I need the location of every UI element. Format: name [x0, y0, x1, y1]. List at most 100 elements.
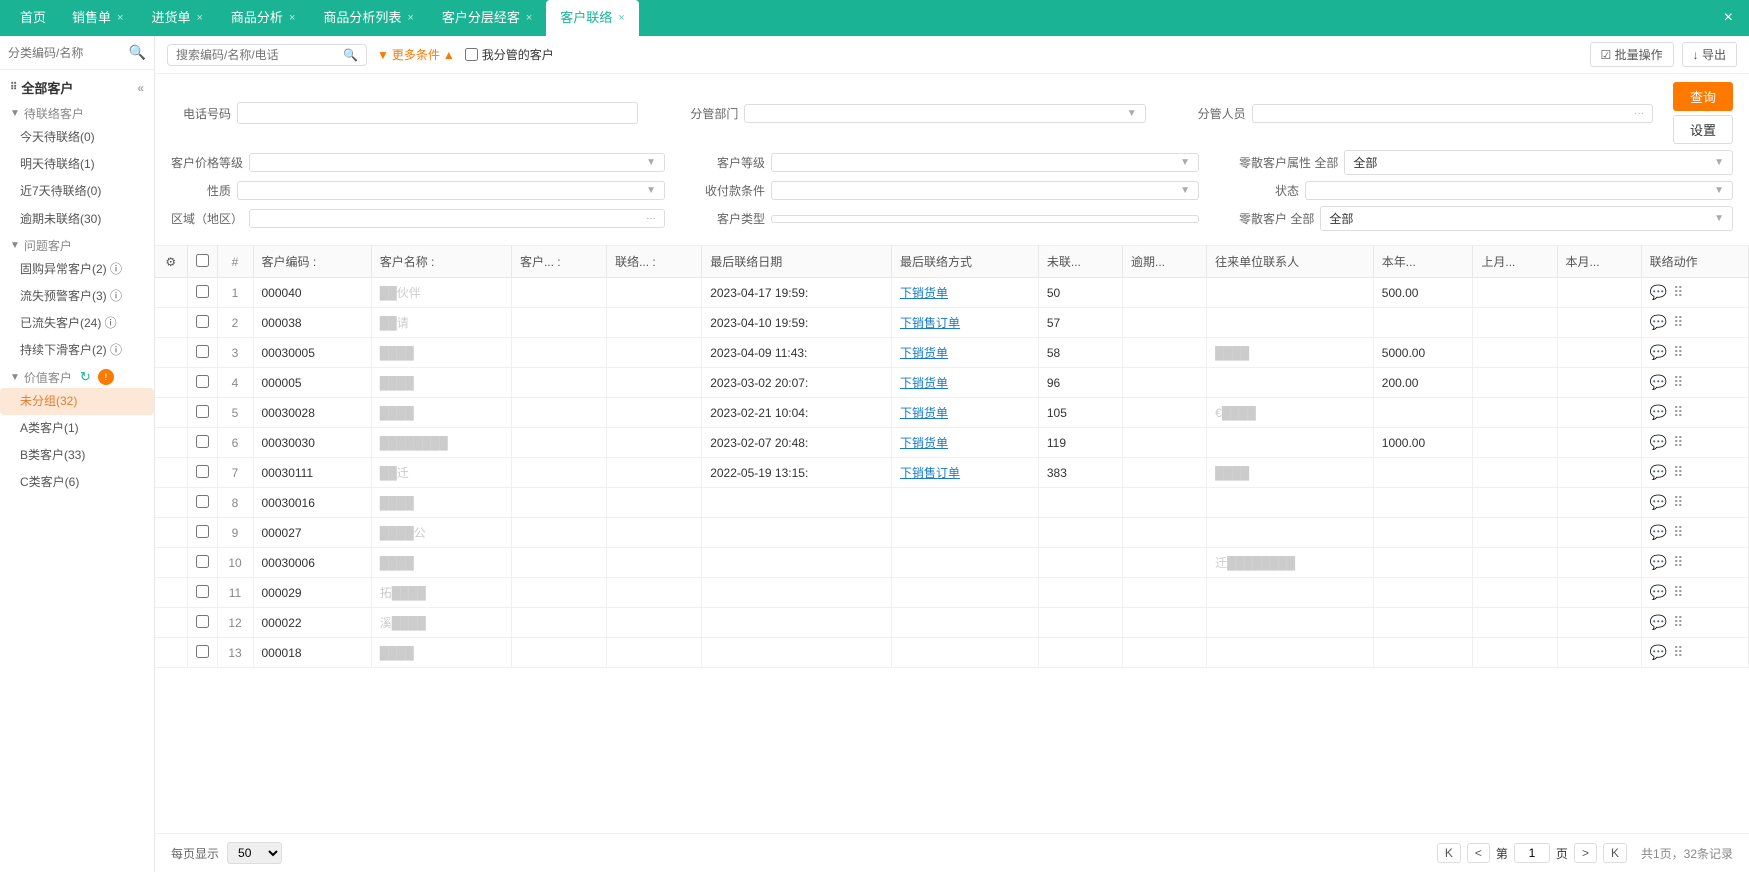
sidebar-item-unclassified[interactable]: 未分组(32) — [0, 388, 154, 415]
all-customers-header[interactable]: ⠿ 全部客户 « — [0, 70, 154, 101]
prev-page-button[interactable]: < — [1467, 843, 1490, 863]
last-page-button[interactable]: K — [1603, 843, 1627, 863]
sidebar-collapse-button[interactable]: « — [137, 81, 144, 95]
td-check[interactable] — [187, 548, 217, 578]
grid-action-icon[interactable]: ⠿ — [1673, 584, 1683, 601]
grid-action-icon[interactable]: ⠿ — [1673, 524, 1683, 541]
close-product-analysis-list-icon[interactable]: × — [407, 0, 413, 36]
close-purchase-icon[interactable]: × — [196, 0, 202, 36]
th-unit-contact[interactable]: 往来单位联系人 — [1207, 246, 1374, 278]
price-level-select[interactable]: ▼ — [249, 153, 665, 172]
nature-select[interactable]: ▼ — [237, 181, 665, 200]
close-customer-contact-icon[interactable]: × — [618, 0, 624, 36]
sidebar-item-class-c[interactable]: C类客户(6) — [0, 469, 154, 496]
close-all-button[interactable]: × — [1716, 9, 1741, 27]
sidebar-item-declining[interactable]: 持续下滑客户(2) ⓘ — [0, 337, 154, 364]
last-method-link[interactable]: 下销货单 — [900, 286, 948, 300]
sidebar-group-problem-customers[interactable]: ▼ 问题客户 — [0, 233, 154, 256]
search-input[interactable] — [176, 48, 343, 62]
td-check[interactable] — [187, 308, 217, 338]
td-check[interactable] — [187, 608, 217, 638]
row-checkbox[interactable] — [196, 285, 209, 298]
chat-icon[interactable]: 💬 — [1650, 314, 1667, 331]
first-page-button[interactable]: K — [1437, 843, 1461, 863]
row-checkbox[interactable] — [196, 375, 209, 388]
customer-type-select[interactable] — [771, 215, 1199, 223]
retail-customer-select[interactable]: 全部 ▼ — [1320, 206, 1733, 231]
row-checkbox[interactable] — [196, 495, 209, 508]
th-last-month[interactable]: 上月... — [1473, 246, 1557, 278]
th-settings[interactable]: ⚙ — [155, 246, 187, 278]
close-sales-icon[interactable]: × — [117, 0, 123, 36]
my-customers-checkbox[interactable] — [465, 48, 478, 61]
query-button[interactable]: 查询 — [1673, 82, 1733, 111]
row-checkbox[interactable] — [196, 465, 209, 478]
grid-action-icon[interactable]: ⠿ — [1673, 404, 1683, 421]
td-check[interactable] — [187, 518, 217, 548]
status-select[interactable]: ▼ — [1305, 181, 1733, 200]
my-customers-checkbox-label[interactable]: 我分管的客户 — [465, 46, 554, 63]
th-not-contacted[interactable]: 未联... — [1038, 246, 1122, 278]
row-checkbox[interactable] — [196, 405, 209, 418]
chat-icon[interactable]: 💬 — [1650, 404, 1667, 421]
chat-icon[interactable]: 💬 — [1650, 614, 1667, 631]
staff-select[interactable]: ··· — [1252, 104, 1653, 123]
th-check[interactable] — [187, 246, 217, 278]
page-size-select[interactable]: 50 100 200 — [227, 842, 282, 864]
sidebar-group-value-customers[interactable]: ▼ 价值客户 ↻ ! — [0, 365, 154, 388]
th-overdue[interactable]: 逾期... — [1123, 246, 1207, 278]
td-check[interactable] — [187, 638, 217, 668]
last-method-link[interactable]: 下销售订单 — [900, 316, 960, 330]
tab-customer-segment[interactable]: 客户分层经客 × — [428, 0, 546, 36]
chat-icon[interactable]: 💬 — [1650, 554, 1667, 571]
tab-purchase[interactable]: 进货单 × — [137, 0, 216, 36]
sidebar-item-lost[interactable]: 已流失客户(24) ⓘ — [0, 310, 154, 337]
sidebar-item-class-a[interactable]: A类客户(1) — [0, 415, 154, 442]
last-method-link[interactable]: 下销货单 — [900, 436, 948, 450]
retail-attr-select[interactable]: 全部 ▼ — [1344, 150, 1733, 175]
payment-select[interactable]: ▼ — [771, 181, 1199, 200]
chat-icon[interactable]: 💬 — [1650, 494, 1667, 511]
tab-product-analysis-list[interactable]: 商品分析列表 × — [309, 0, 427, 36]
row-checkbox[interactable] — [196, 345, 209, 358]
tab-home[interactable]: 首页 — [8, 0, 58, 36]
close-customer-segment-icon[interactable]: × — [526, 0, 532, 36]
dept-select[interactable]: ▼ — [744, 104, 1145, 123]
chat-icon[interactable]: 💬 — [1650, 584, 1667, 601]
td-check[interactable] — [187, 368, 217, 398]
last-method-link[interactable]: 下销货单 — [900, 346, 948, 360]
th-this-month[interactable]: 本月... — [1557, 246, 1641, 278]
sidebar-item-churn-risk[interactable]: 流失预警客户(3) ⓘ — [0, 283, 154, 310]
region-select[interactable]: ··· — [249, 209, 665, 228]
row-checkbox[interactable] — [196, 645, 209, 658]
th-last-contact-date[interactable]: 最后联络日期 — [702, 246, 892, 278]
chat-icon[interactable]: 💬 — [1650, 284, 1667, 301]
td-last-method[interactable]: 下销货单 — [892, 278, 1039, 308]
sidebar-search-icon[interactable]: 🔍 — [129, 44, 146, 61]
refresh-icon[interactable]: ↻ — [80, 369, 91, 385]
td-last-method[interactable]: 下销货单 — [892, 398, 1039, 428]
row-checkbox[interactable] — [196, 555, 209, 568]
chat-icon[interactable]: 💬 — [1650, 344, 1667, 361]
td-check[interactable] — [187, 278, 217, 308]
row-checkbox[interactable] — [196, 315, 209, 328]
td-last-method[interactable]: 下销货单 — [892, 338, 1039, 368]
customer-level-select[interactable]: ▼ — [771, 153, 1199, 172]
td-check[interactable] — [187, 398, 217, 428]
sidebar-item-abnormal-purchase[interactable]: 固购异常客户(2) ⓘ — [0, 256, 154, 283]
tab-sales[interactable]: 销售单 × — [58, 0, 137, 36]
row-checkbox[interactable] — [196, 615, 209, 628]
grid-action-icon[interactable]: ⠿ — [1673, 644, 1683, 661]
last-method-link[interactable]: 下销售订单 — [900, 466, 960, 480]
sidebar-group-pending-contact[interactable]: ▼ 待联络客户 — [0, 101, 154, 124]
th-category[interactable]: 客户... : — [511, 246, 606, 278]
td-last-method[interactable]: 下销货单 — [892, 368, 1039, 398]
sidebar-item-class-b[interactable]: B类客户(33) — [0, 442, 154, 469]
close-product-analysis-icon[interactable]: × — [289, 0, 295, 36]
th-contact[interactable]: 联络... : — [607, 246, 702, 278]
grid-action-icon[interactable]: ⠿ — [1673, 314, 1683, 331]
grid-action-icon[interactable]: ⠿ — [1673, 434, 1683, 451]
td-check[interactable] — [187, 428, 217, 458]
td-last-method[interactable]: 下销货单 — [892, 428, 1039, 458]
more-filters-button[interactable]: ▼ 更多条件 ▲ — [377, 46, 455, 63]
